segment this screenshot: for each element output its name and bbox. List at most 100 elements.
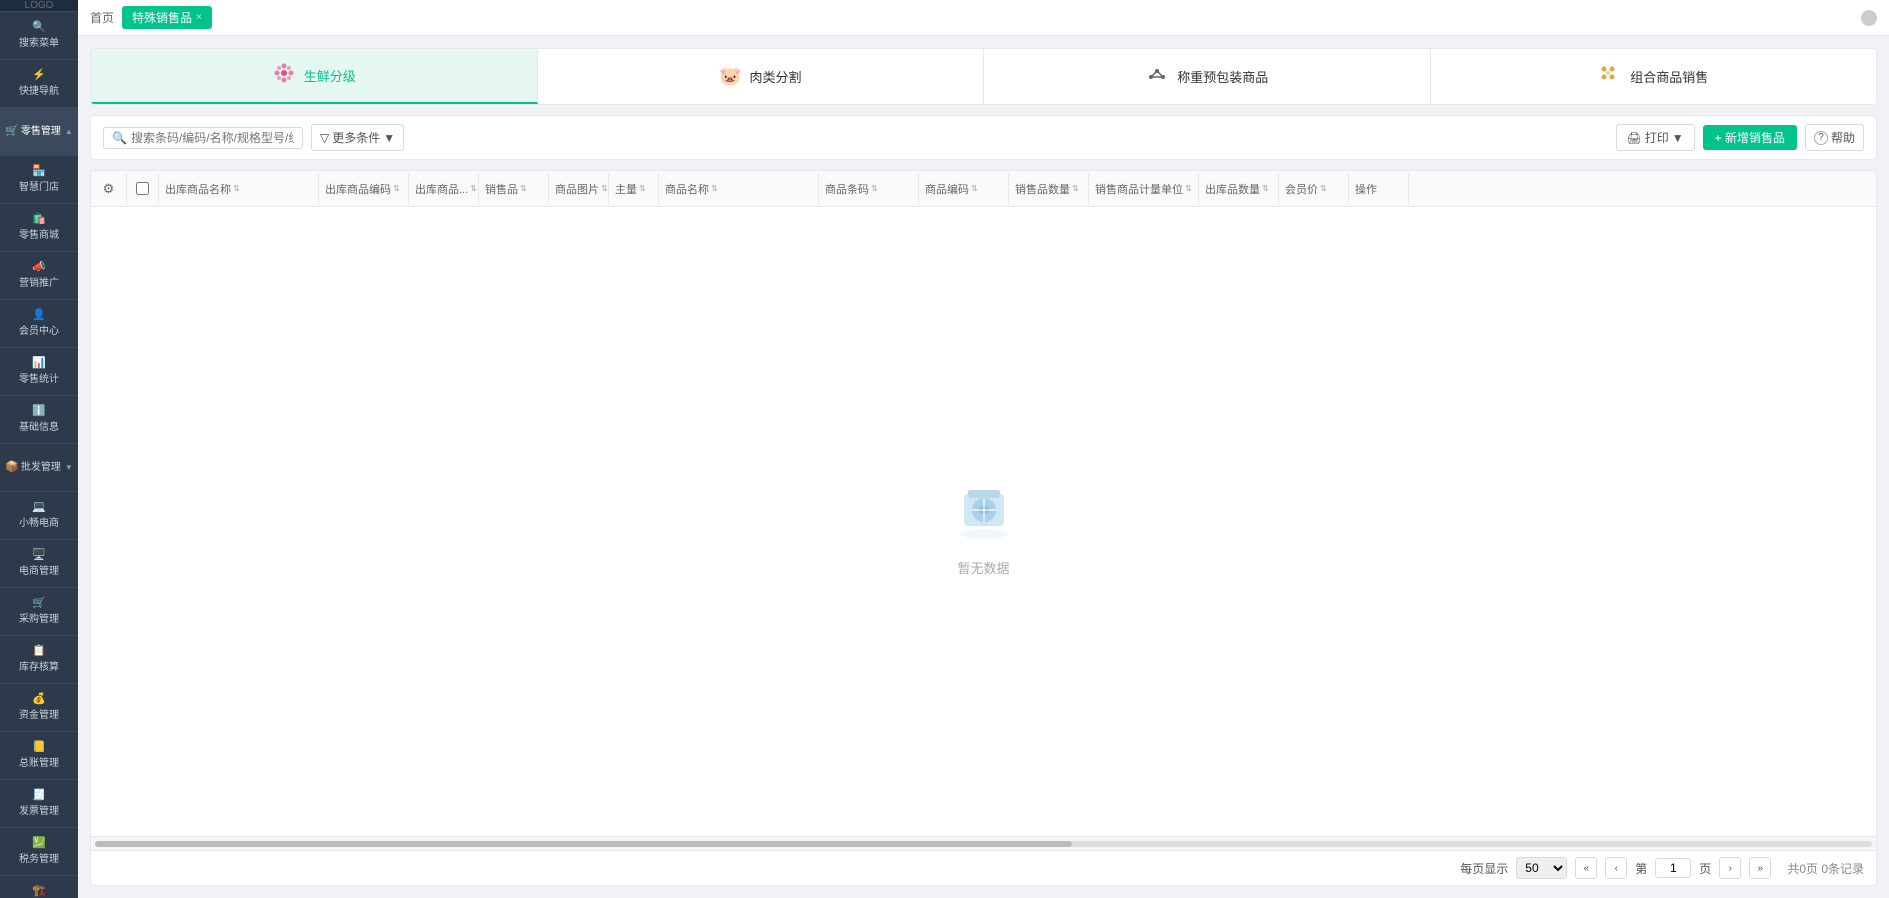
empty-illustration (944, 466, 1024, 546)
empty-text: 暂无数据 (957, 558, 1009, 577)
tab-fresh-grade-label: 生鲜分级 (304, 66, 356, 85)
mini-ecom-icon: 💻 (32, 500, 46, 515)
sidebar-item-retail-mall[interactable]: 🛍️ 零售商城 (0, 204, 78, 252)
sidebar: LOGO 🔍 搜索菜单 ⚡ 快捷导航 🛒 零售管理 ▲ 🏪 智慧门店 🛍️ 零售… (0, 0, 78, 898)
tab-combo-sale-label: 组合商品销售 (1630, 67, 1708, 86)
sidebar-item-smart-store[interactable]: 🏪 智慧门店 (0, 156, 78, 204)
general-ledger-icon: 📒 (32, 740, 46, 755)
per-page-select[interactable]: 50 10 20 100 (1516, 857, 1567, 879)
search-box[interactable]: 🔍 (103, 127, 303, 149)
sidebar-item-general-ledger[interactable]: 📒 总账管理 (0, 732, 78, 780)
th-member-price: 会员价 ⇅ (1279, 173, 1349, 205)
per-page-label: 每页显示 (1460, 860, 1508, 877)
th-out-name-sort[interactable]: ⇅ (233, 184, 240, 193)
retail-mgmt-arrow: ▲ (65, 126, 73, 137)
sidebar-item-batch-mgmt[interactable]: 📦 批发管理 ▼ (0, 444, 78, 492)
th-goods-code-sort[interactable]: ⇅ (971, 184, 978, 193)
th-goods-code: 商品编码 ⇅ (919, 173, 1009, 205)
th-out-code-sort[interactable]: ⇅ (393, 184, 400, 193)
th-out-spec-sort[interactable]: ⇅ (470, 184, 477, 193)
th-img-sort[interactable]: ⇅ (601, 184, 608, 193)
batch-mgmt-icon: 📦 (5, 460, 19, 475)
meat-split-icon: 🐷 (719, 66, 741, 87)
scrollbar-thumb[interactable] (95, 841, 1072, 847)
retail-stats-icon: 📊 (32, 356, 46, 371)
th-settings[interactable]: ⚙ (91, 173, 127, 205)
th-sale-unit-sort[interactable]: ⇅ (1185, 184, 1192, 193)
th-sale-qty: 销售品数量 ⇅ (1009, 173, 1089, 205)
last-page-button[interactable]: » (1749, 857, 1771, 879)
topbar: 首页 特殊销售品 × (78, 0, 1889, 36)
th-out-qty-sort[interactable]: ⇅ (1262, 184, 1269, 193)
home-link[interactable]: 首页 (90, 9, 114, 26)
filter-arrow-icon: ▼ (383, 131, 395, 145)
sidebar-item-ecom-mgmt[interactable]: 🖥️ 电商管理 (0, 540, 78, 588)
filter-button[interactable]: ▽ 更多条件 ▼ (311, 124, 404, 151)
empty-state: 暂无数据 (91, 207, 1876, 836)
th-main-sort[interactable]: ⇅ (639, 184, 646, 193)
sidebar-item-invoice-mgmt[interactable]: 🧾 发票管理 (0, 780, 78, 828)
th-out-name: 出库商品名称 ⇅ (159, 173, 319, 205)
sidebar-item-retail-mgmt[interactable]: 🛒 零售管理 ▲ (0, 108, 78, 156)
sidebar-item-capital-mgmt[interactable]: 💰 资金管理 (0, 684, 78, 732)
new-product-button[interactable]: + 新增销售品 (1703, 125, 1797, 150)
sidebar-item-retail-stats[interactable]: 📊 零售统计 (0, 348, 78, 396)
th-sale-unit: 销售商品计量单位 ⇅ (1089, 173, 1199, 205)
filter-icon: ▽ (320, 131, 329, 145)
sidebar-item-tax-mgmt[interactable]: 💹 税务管理 (0, 828, 78, 876)
sidebar-item-member-center[interactable]: 👤 会员中心 (0, 300, 78, 348)
page-number-input[interactable] (1655, 858, 1691, 878)
tab-meat-split[interactable]: 🐷 肉类分割 (538, 49, 985, 104)
th-barcode-sort[interactable]: ⇅ (871, 184, 878, 193)
total-text: 共0页 0条记录 (1787, 860, 1864, 877)
sidebar-item-search-menu[interactable]: 🔍 搜索菜单 (0, 12, 78, 60)
th-img: 商品图片 ⇅ (549, 173, 609, 205)
next-page-button[interactable]: › (1719, 857, 1741, 879)
sidebar-item-basic-info[interactable]: ℹ️ 基础信息 (0, 396, 78, 444)
print-button[interactable]: 🖨 打印 ▼ (1616, 124, 1695, 151)
combo-sale-icon (1598, 63, 1622, 90)
th-checkbox[interactable] (127, 174, 159, 203)
th-main: 主量 ⇅ (609, 173, 659, 205)
select-all-checkbox[interactable] (136, 182, 149, 195)
th-goods-name-sort[interactable]: ⇅ (711, 184, 718, 193)
tab-weight-pkg[interactable]: 称重预包装商品 (984, 49, 1431, 104)
smart-store-icon: 🏪 (32, 164, 46, 179)
prev-page-icon: ‹ (1615, 863, 1618, 874)
table-header: ⚙ 出库商品名称 ⇅ 出库商品编码 ⇅ 出库商品... ⇅ (91, 171, 1876, 207)
product-tabs: 生鲜分级 🐷 肉类分割 称重预包装商品 (90, 48, 1877, 105)
tab-close-icon[interactable]: × (196, 12, 202, 23)
horizontal-scrollbar[interactable] (91, 836, 1876, 850)
quick-nav-icon: ⚡ (32, 68, 46, 83)
toolbar: 🔍 ▽ 更多条件 ▼ 🖨 打印 ▼ + 新增销售品 ? 帮助 (90, 115, 1877, 160)
sidebar-item-mini-ecom[interactable]: 💻 小畅电商 (0, 492, 78, 540)
sidebar-item-purchase-mgmt[interactable]: 🛒 采购管理 (0, 588, 78, 636)
column-settings-icon: ⚙ (101, 181, 117, 197)
th-out-spec: 出库商品... ⇅ (409, 173, 479, 205)
th-sale-goods: 销售品 ⇅ (479, 173, 549, 205)
prev-page-button[interactable]: ‹ (1605, 857, 1627, 879)
active-tab[interactable]: 特殊销售品 × (122, 6, 212, 29)
topbar-toggle[interactable] (1861, 10, 1877, 26)
sidebar-item-quick-nav[interactable]: ⚡ 快捷导航 (0, 60, 78, 108)
batch-mgmt-arrow: ▼ (65, 462, 73, 473)
help-icon: ? (1814, 131, 1828, 145)
th-out-qty: 出库品数量 ⇅ (1199, 173, 1279, 205)
sidebar-item-inventory[interactable]: 📋 库存核算 (0, 636, 78, 684)
first-page-button[interactable]: « (1575, 857, 1597, 879)
search-input[interactable] (131, 131, 294, 145)
search-menu-icon: 🔍 (32, 20, 46, 35)
marketing-icon: 📣 (32, 260, 46, 275)
search-icon: 🔍 (112, 131, 127, 145)
th-sale-qty-sort[interactable]: ⇅ (1072, 184, 1079, 193)
sidebar-item-fixed-assets[interactable]: 🏗️ 固定资产 (0, 876, 78, 898)
scrollbar-track[interactable] (95, 841, 1872, 847)
th-sale-goods-sort[interactable]: ⇅ (520, 184, 527, 193)
help-button[interactable]: ? 帮助 (1805, 124, 1864, 151)
sidebar-item-marketing[interactable]: 📣 营销推广 (0, 252, 78, 300)
fixed-assets-icon: 🏗️ (32, 884, 46, 898)
tab-weight-pkg-label: 称重预包装商品 (1177, 67, 1268, 86)
tab-combo-sale[interactable]: 组合商品销售 (1431, 49, 1877, 104)
tab-fresh-grade[interactable]: 生鲜分级 (91, 49, 538, 104)
th-member-price-sort[interactable]: ⇅ (1320, 184, 1327, 193)
